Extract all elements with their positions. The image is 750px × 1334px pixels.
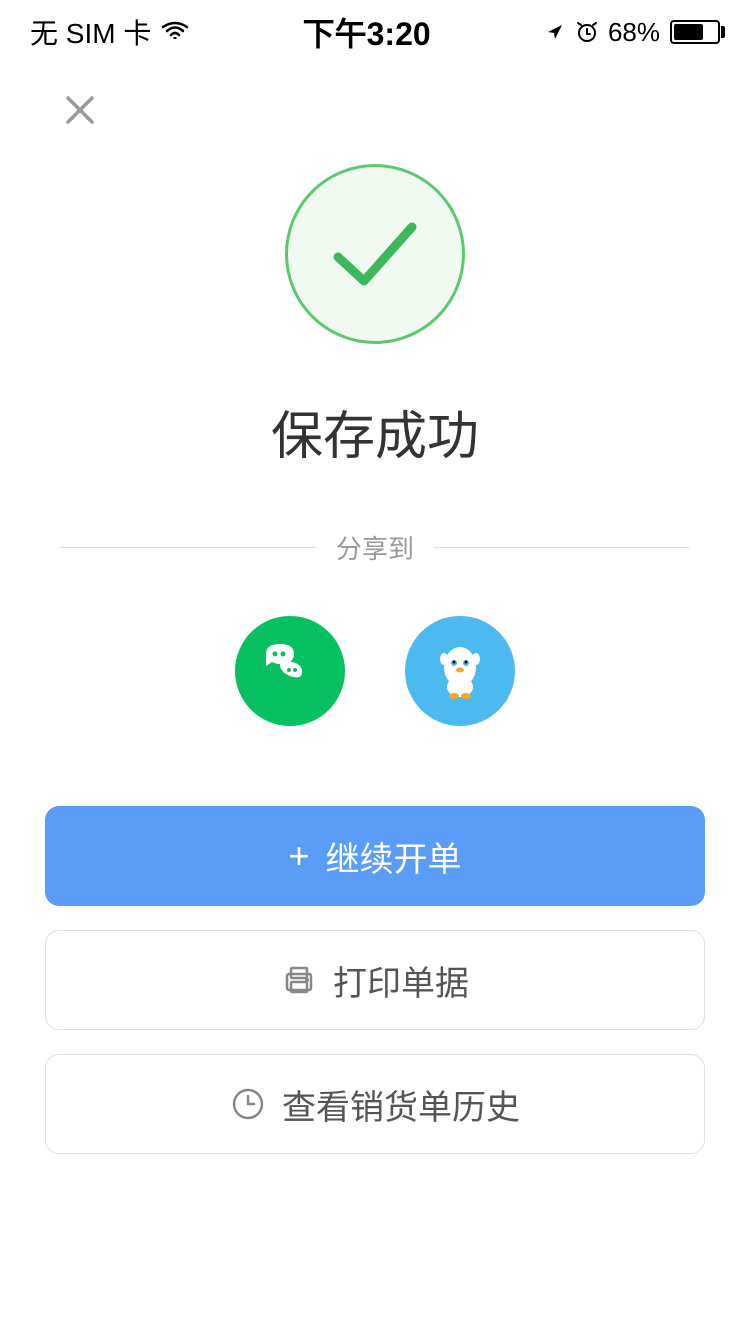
status-bar: 无 SIM 卡 下午3:20 68% [0, 0, 750, 64]
history-label: 查看销货单历史 [282, 1080, 520, 1129]
main-content: 保存成功 分享到 [0, 64, 750, 1154]
print-button[interactable]: 打印单据 [45, 930, 705, 1030]
alarm-icon [576, 21, 598, 43]
print-icon [281, 962, 317, 998]
share-label: 分享到 [316, 529, 434, 566]
history-button[interactable]: 查看销货单历史 [45, 1054, 705, 1154]
time-display: 下午3:20 [303, 9, 431, 55]
share-wechat-button[interactable] [235, 616, 345, 726]
print-label: 打印单据 [333, 956, 469, 1005]
success-circle [285, 164, 465, 344]
divider-line-right [434, 547, 690, 548]
share-qq-button[interactable] [405, 616, 515, 726]
location-icon [544, 21, 566, 43]
qq-logo [428, 639, 493, 704]
wechat-logo [258, 644, 323, 699]
battery-icon [670, 20, 720, 44]
close-icon [62, 92, 98, 128]
success-title: 保存成功 [271, 394, 479, 469]
status-right: 68% [544, 17, 720, 48]
history-icon [230, 1086, 266, 1122]
sim-status: 无 SIM 卡 [30, 12, 151, 52]
battery-percent: 68% [608, 17, 660, 48]
close-button[interactable] [50, 80, 110, 140]
divider-line-left [60, 547, 316, 548]
share-divider: 分享到 [0, 529, 750, 566]
share-icons-container [235, 616, 515, 726]
wifi-icon [161, 21, 189, 43]
status-left: 无 SIM 卡 [30, 12, 189, 52]
checkmark-icon [330, 219, 420, 289]
continue-button[interactable]: + 继续开单 [45, 806, 705, 906]
continue-icon: + [288, 835, 309, 877]
continue-label: 继续开单 [326, 832, 462, 881]
action-buttons: + 继续开单 打印单据 查看销货单历史 [45, 806, 705, 1154]
